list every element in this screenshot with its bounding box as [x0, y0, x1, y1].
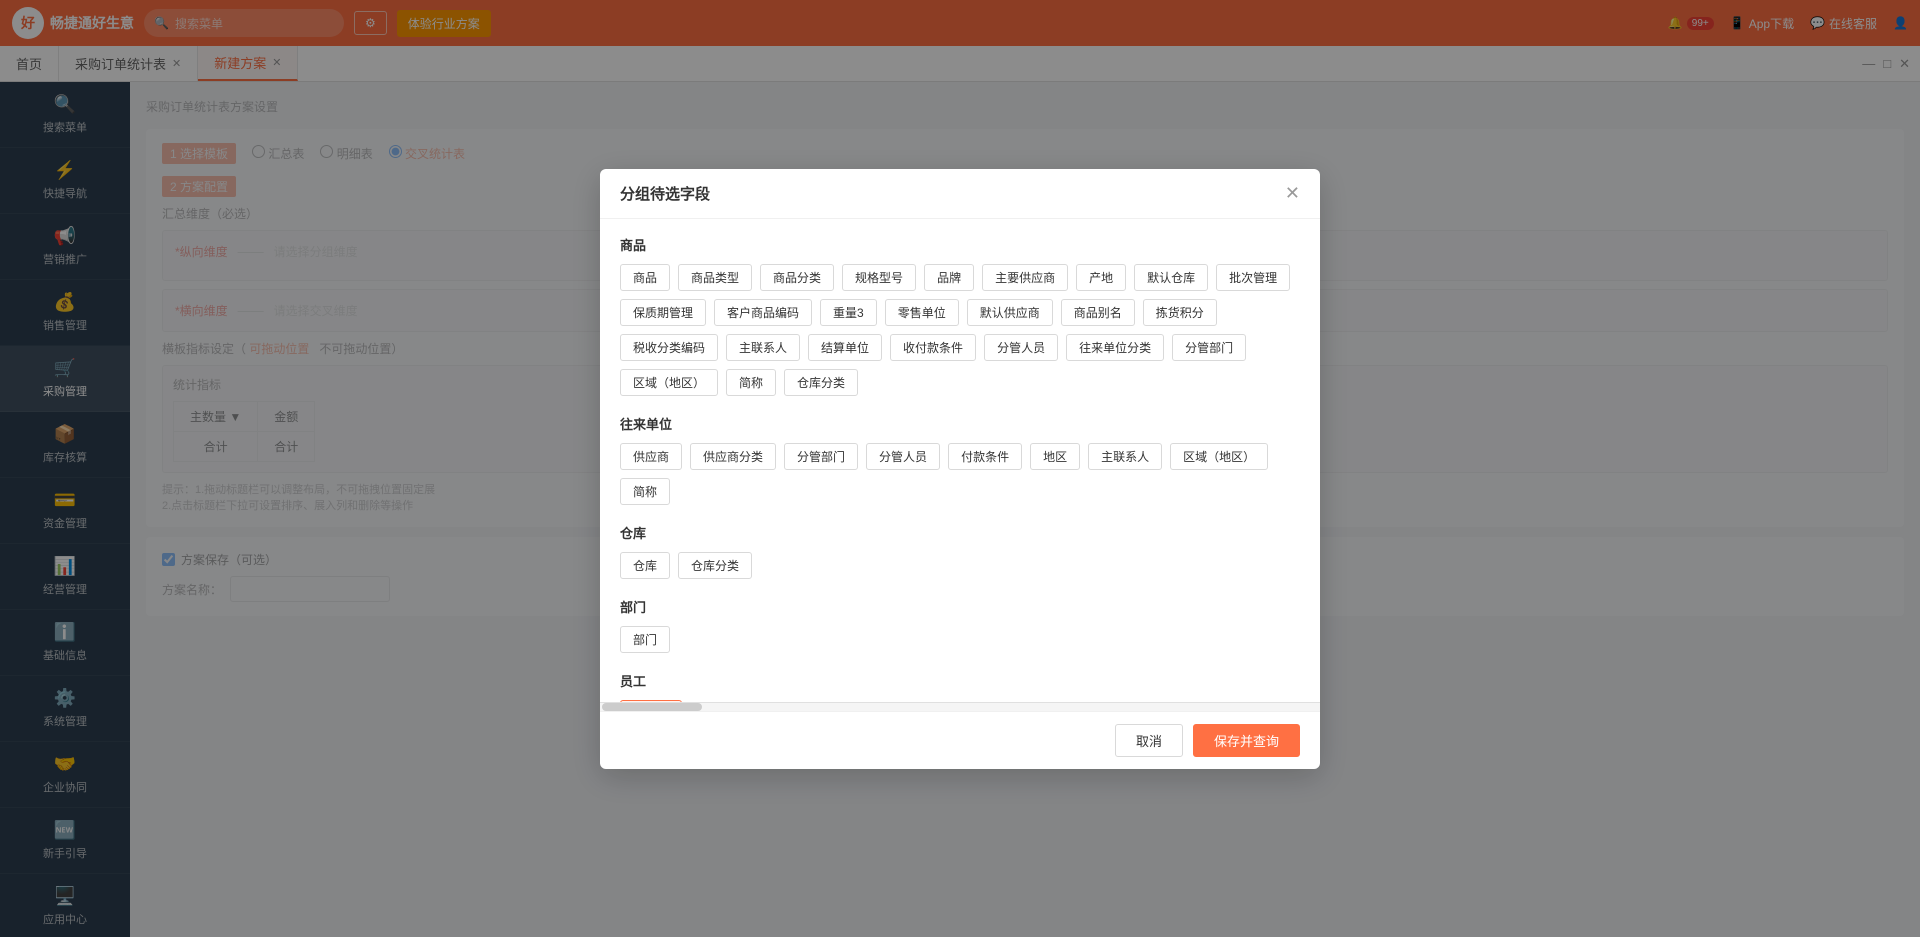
- field-tag-product[interactable]: 商品: [620, 264, 670, 291]
- field-tag-customer-code[interactable]: 客户商品编码: [714, 299, 812, 326]
- partner-field-tags: 供应商 供应商分类 分管部门 分管人员 付款条件 地区 主联系人 区域（地区） …: [620, 443, 1300, 505]
- field-tag-main-supplier[interactable]: 主要供应商: [982, 264, 1068, 291]
- field-tag-expiry-mgmt[interactable]: 保质期管理: [620, 299, 706, 326]
- field-tag-warehouse[interactable]: 仓库: [620, 552, 670, 579]
- field-tag-weight3[interactable]: 重量3: [820, 299, 877, 326]
- field-select-modal: 分组待选字段 ✕ 商品 商品 商品类型 商品分类 规格型号 品牌 主要供应商 产…: [600, 169, 1320, 769]
- field-tag-supplier-category[interactable]: 供应商分类: [690, 443, 776, 470]
- field-tag-short-name[interactable]: 简称: [726, 369, 776, 396]
- employee-group-title: 员工: [620, 671, 1300, 690]
- field-tag-department[interactable]: 部门: [620, 626, 670, 653]
- modal-overlay: 分组待选字段 ✕ 商品 商品 商品类型 商品分类 规格型号 品牌 主要供应商 产…: [0, 0, 1920, 937]
- field-tag-origin[interactable]: 产地: [1076, 264, 1126, 291]
- field-group-product: 商品 商品 商品类型 商品分类 规格型号 品牌 主要供应商 产地 默认仓库 批次…: [620, 235, 1300, 396]
- cancel-btn[interactable]: 取消: [1115, 724, 1183, 757]
- field-group-warehouse: 仓库 仓库 仓库分类: [620, 523, 1300, 579]
- field-tag-partner-contact[interactable]: 主联系人: [1088, 443, 1162, 470]
- modal-footer: 取消 保存并查询: [600, 711, 1320, 769]
- field-tag-brand[interactable]: 品牌: [924, 264, 974, 291]
- field-group-employee: 员工 业务员: [620, 671, 1300, 702]
- field-tag-default-warehouse[interactable]: 默认仓库: [1134, 264, 1208, 291]
- field-tag-main-contact[interactable]: 主联系人: [726, 334, 800, 361]
- field-group-department: 部门 部门: [620, 597, 1300, 653]
- field-tag-payment-cond[interactable]: 付款条件: [948, 443, 1022, 470]
- modal-header: 分组待选字段 ✕: [600, 169, 1320, 219]
- product-group-title: 商品: [620, 235, 1300, 254]
- field-tag-payment-terms[interactable]: 收付款条件: [890, 334, 976, 361]
- field-tag-spec-model[interactable]: 规格型号: [842, 264, 916, 291]
- confirm-btn[interactable]: 保存并查询: [1193, 724, 1300, 757]
- modal-title: 分组待选字段: [620, 183, 710, 204]
- modal-hscroll-thumb: [602, 703, 702, 711]
- field-tag-partner-supervisor[interactable]: 分管人员: [866, 443, 940, 470]
- field-tag-partner-region[interactable]: 区域（地区）: [1170, 443, 1268, 470]
- warehouse-field-tags: 仓库 仓库分类: [620, 552, 1300, 579]
- field-tag-warehouse-cat[interactable]: 仓库分类: [678, 552, 752, 579]
- warehouse-group-title: 仓库: [620, 523, 1300, 542]
- field-tag-partner-category[interactable]: 往来单位分类: [1066, 334, 1164, 361]
- field-tag-region[interactable]: 区域（地区）: [620, 369, 718, 396]
- field-tag-product-category[interactable]: 商品分类: [760, 264, 834, 291]
- modal-body: 商品 商品 商品类型 商品分类 规格型号 品牌 主要供应商 产地 默认仓库 批次…: [600, 219, 1320, 702]
- partner-group-title: 往来单位: [620, 414, 1300, 433]
- field-tag-supervisor[interactable]: 分管人员: [984, 334, 1058, 361]
- product-field-tags: 商品 商品类型 商品分类 规格型号 品牌 主要供应商 产地 默认仓库 批次管理 …: [620, 264, 1300, 396]
- field-tag-partner-short[interactable]: 简称: [620, 478, 670, 505]
- field-tag-pick-points[interactable]: 拣货积分: [1143, 299, 1217, 326]
- field-tag-dept[interactable]: 分管部门: [1172, 334, 1246, 361]
- field-tag-settlement-unit[interactable]: 结算单位: [808, 334, 882, 361]
- field-tag-default-supplier[interactable]: 默认供应商: [967, 299, 1053, 326]
- field-tag-product-type[interactable]: 商品类型: [678, 264, 752, 291]
- department-field-tags: 部门: [620, 626, 1300, 653]
- field-tag-product-alias[interactable]: 商品别名: [1061, 299, 1135, 326]
- department-group-title: 部门: [620, 597, 1300, 616]
- field-tag-batch-mgmt[interactable]: 批次管理: [1216, 264, 1290, 291]
- field-tag-supplier[interactable]: 供应商: [620, 443, 682, 470]
- field-tag-partner-dept[interactable]: 分管部门: [784, 443, 858, 470]
- field-tag-tax-code[interactable]: 税收分类编码: [620, 334, 718, 361]
- field-group-partner: 往来单位 供应商 供应商分类 分管部门 分管人员 付款条件 地区 主联系人 区域…: [620, 414, 1300, 505]
- field-tag-area[interactable]: 地区: [1030, 443, 1080, 470]
- field-tag-retail-unit[interactable]: 零售单位: [885, 299, 959, 326]
- field-tag-warehouse-category[interactable]: 仓库分类: [784, 369, 858, 396]
- modal-hscrollbar[interactable]: [600, 702, 1320, 711]
- modal-close-btn[interactable]: ✕: [1285, 184, 1300, 202]
